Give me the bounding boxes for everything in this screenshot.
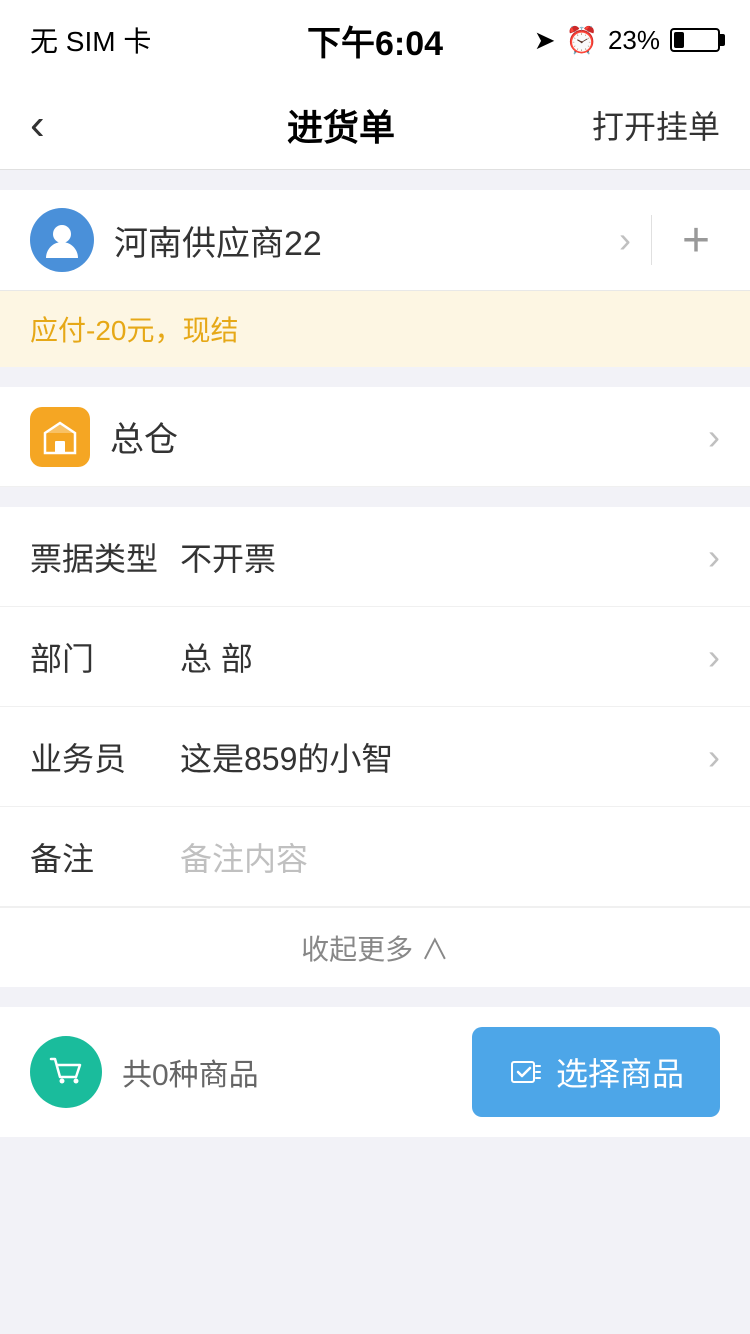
status-bar: 无 SIM 卡 下午6:04 ➤ ⏰ 23%: [0, 0, 750, 80]
select-product-label: 选择商品: [556, 1049, 684, 1095]
supplier-avatar: [30, 208, 94, 272]
form-section: 票据类型 不开票 › 部门 总 部 › 业务员 这是859的小智 › 备注 备注…: [0, 507, 750, 987]
department-chevron-icon: ›: [708, 636, 720, 678]
supplier-section: 河南供应商22 › +: [0, 190, 750, 291]
invoice-type-chevron-icon: ›: [708, 536, 720, 578]
invoice-type-label: 票据类型: [30, 534, 170, 580]
warehouse-icon: [30, 407, 90, 467]
gap-1: [0, 170, 750, 190]
warehouse-section: 总仓 ›: [0, 387, 750, 487]
open-pending-button[interactable]: 打开挂单: [592, 102, 720, 148]
supplier-divider: [651, 215, 652, 265]
warehouse-name: 总仓: [110, 412, 698, 461]
select-product-button[interactable]: 选择商品: [472, 1027, 720, 1117]
remark-label: 备注: [30, 834, 170, 880]
supplier-name: 河南供应商22: [114, 216, 609, 265]
salesperson-label: 业务员: [30, 734, 170, 780]
notice-text: 应付-20元，现结: [30, 315, 238, 346]
salesperson-row[interactable]: 业务员 这是859的小智 ›: [0, 707, 750, 807]
department-row[interactable]: 部门 总 部 ›: [0, 607, 750, 707]
back-button[interactable]: ‹: [30, 100, 90, 150]
status-time: 下午6:04: [307, 16, 443, 65]
salesperson-value: 这是859的小智: [170, 734, 698, 780]
invoice-type-row[interactable]: 票据类型 不开票 ›: [0, 507, 750, 607]
status-carrier: 无 SIM 卡: [30, 20, 161, 60]
supplier-row[interactable]: 河南供应商22 ›: [30, 190, 631, 290]
department-label: 部门: [30, 634, 170, 680]
collapse-toggle[interactable]: 收起更多 ∧: [0, 907, 750, 987]
location-icon: ➤: [534, 25, 556, 56]
warehouse-chevron-icon: ›: [708, 416, 720, 458]
battery-percent: 23%: [608, 25, 660, 56]
remark-input[interactable]: 备注内容: [170, 834, 720, 880]
supplier-chevron-icon: ›: [619, 219, 631, 261]
product-count: 共0种商品: [122, 1050, 452, 1094]
remark-row[interactable]: 备注 备注内容: [0, 807, 750, 907]
page-title: 进货单: [287, 99, 395, 151]
notice-bar: 应付-20元，现结: [0, 291, 750, 367]
collapse-label: 收起更多 ∧: [301, 928, 449, 968]
bottom-bar: 共0种商品 选择商品: [0, 1007, 750, 1137]
invoice-type-value: 不开票: [170, 534, 698, 580]
alarm-icon: ⏰: [566, 25, 598, 56]
add-supplier-button[interactable]: +: [672, 203, 720, 278]
warehouse-row[interactable]: 总仓 ›: [0, 387, 750, 487]
product-cart-icon: [30, 1036, 102, 1108]
salesperson-chevron-icon: ›: [708, 736, 720, 778]
status-right: ➤ ⏰ 23%: [534, 25, 720, 56]
department-value: 总 部: [170, 634, 698, 680]
nav-bar: ‹ 进货单 打开挂单: [0, 80, 750, 170]
battery-icon: [670, 28, 720, 52]
